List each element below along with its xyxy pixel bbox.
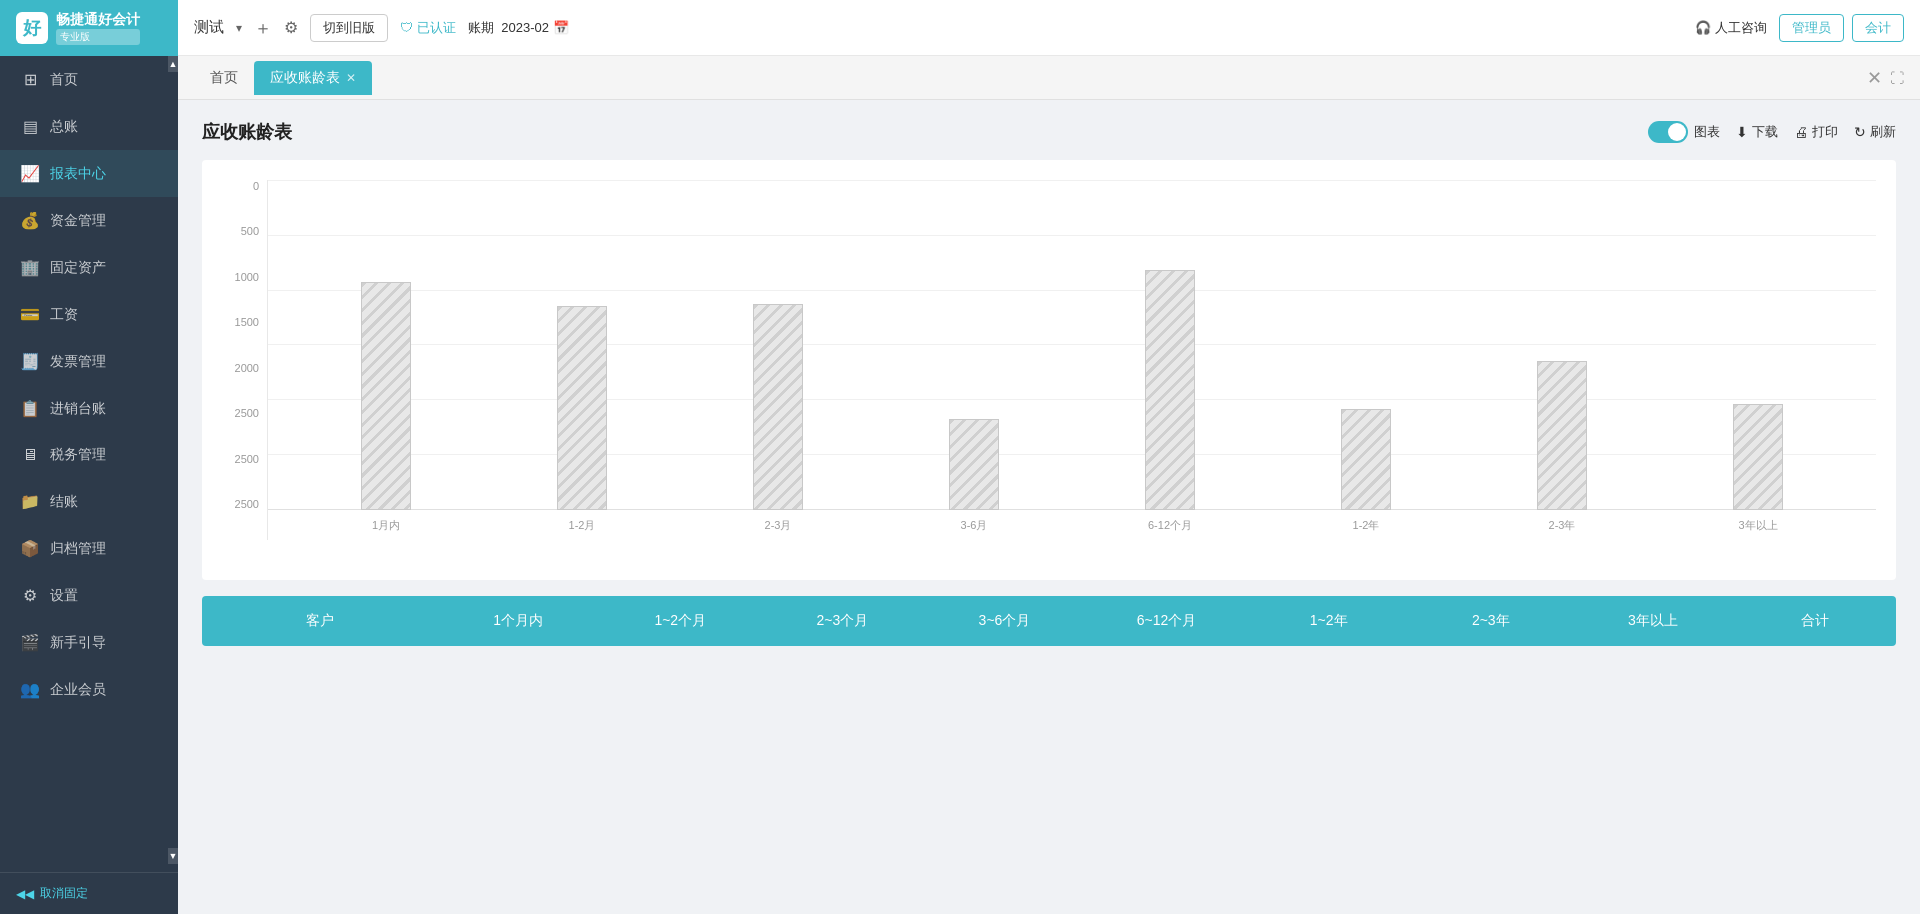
closing-icon: 📁 [20,492,40,511]
tax-icon: 🖥 [20,446,40,464]
pin-icon: ◀◀ [16,887,34,901]
bar-1-2year [1341,409,1391,510]
add-project-button[interactable]: ＋ [254,16,272,40]
app-logo-text: 畅捷通好会计 专业版 [56,11,140,46]
sidebar-item-extra[interactable]: 👥 企业会员 [0,666,178,713]
col-2-3year: 2~3年 [1410,596,1572,646]
tab-ar-aging[interactable]: 应收账龄表 ✕ [254,61,372,95]
ledger-icon: ▤ [20,117,40,136]
page-actions: 图表 ⬇ 下载 🖨 打印 ↻ 刷新 [1648,121,1896,143]
tabbar: 首页 应收账龄表 ✕ ✕ ⛶ [178,56,1920,100]
sidebar-item-ledger[interactable]: ▤ 总账 [0,103,178,150]
download-icon: ⬇ [1736,124,1748,140]
chart-plot: 1月内 1-2月 2-3月 3-6月 6-12个月 1-2年 2-3年 3年以上 [267,180,1876,540]
main-content: 测试 ▾ ＋ ⚙ 切到旧版 🛡 已认证 账期 2023-02 📅 🎧 人工咨询 … [178,0,1920,914]
ar-aging-table: 客户 1个月内 1~2个月 2~3个月 3~6个月 6~12个月 1~2年 2~… [202,596,1896,646]
print-button[interactable]: 🖨 打印 [1794,123,1838,141]
chart-inner: 2500 2500 2500 2000 1500 1000 500 0 [222,180,1876,540]
sidebar-scroll-down[interactable]: ▼ [168,848,178,864]
page-title: 应收账龄表 [202,120,292,144]
sidebar-item-guide[interactable]: 🎬 新手引导 [0,619,178,666]
sidebar-nav: ⊞ 首页 ▤ 总账 📈 报表中心 💰 资金管理 🏢 固定资产 💳 工资 🧾 发票… [0,56,178,872]
print-icon: 🖨 [1794,124,1808,140]
project-dropdown-icon[interactable]: ▾ [236,21,242,35]
page-content: 应收账龄表 图表 ⬇ 下载 🖨 打印 ↻ 刷新 [178,100,1920,914]
settings-icon: ⚙ [20,586,40,605]
chart-container: 2500 2500 2500 2000 1500 1000 500 0 [202,160,1896,580]
extra-icon: 👥 [20,680,40,699]
settings-button[interactable]: ⚙ [284,18,298,37]
switch-version-button[interactable]: 切到旧版 [310,14,388,42]
col-2-3month: 2~3个月 [761,596,923,646]
bar-6-12month [1145,270,1195,510]
download-button[interactable]: ⬇ 下载 [1736,123,1778,141]
invoice-icon: 🧾 [20,352,40,371]
window-expand-icon[interactable]: ⛶ [1890,70,1904,86]
col-total: 合计 [1734,596,1896,646]
bar-2-3year [1537,361,1587,510]
accountant-button[interactable]: 会计 [1852,14,1904,42]
window-close-icon[interactable]: ✕ [1867,67,1882,89]
sidebar-pin-toggle[interactable]: ◀◀ 取消固定 [0,872,178,914]
reports-icon: 📈 [20,164,40,183]
col-1-2year: 1~2年 [1248,596,1410,646]
table-header: 客户 1个月内 1~2个月 2~3个月 3~6个月 6~12个月 1~2年 2~… [202,596,1896,646]
chart-grid-area: 1月内 1-2月 2-3月 3-6月 6-12个月 1-2年 2-3年 3年以上 [267,180,1876,540]
payroll-icon: 💳 [20,305,40,324]
archive-icon: 📦 [20,539,40,558]
sidebar-item-invoice[interactable]: 🧾 发票管理 [0,338,178,385]
tab-close-icon[interactable]: ✕ [346,71,356,85]
col-3plus-year: 3年以上 [1572,596,1734,646]
app-logo-icon: 好 [16,12,48,44]
funds-icon: 💰 [20,211,40,230]
sidebar: 好 畅捷通好会计 专业版 ▲ ⊞ 首页 ▤ 总账 📈 报表中心 💰 资金管理 🏢… [0,0,178,914]
sidebar-item-reports[interactable]: 📈 报表中心 [0,150,178,197]
bar-2-3month [753,304,803,510]
chart-y-axis: 2500 2500 2500 2000 1500 1000 500 0 [222,180,267,540]
purchases-icon: 📋 [20,399,40,418]
col-6-12month: 6~12个月 [1086,596,1248,646]
refresh-button[interactable]: ↻ 刷新 [1854,123,1896,141]
bar-3-6month [949,419,999,510]
topbar-user-actions: 管理员 会计 [1779,14,1904,42]
col-3-6month: 3~6个月 [923,596,1085,646]
period-label: 账期 2023-02 📅 [468,19,569,37]
toggle-track[interactable] [1648,121,1688,143]
bar-1month [361,282,411,510]
sidebar-item-fixed-assets[interactable]: 🏢 固定资产 [0,244,178,291]
shield-icon: 🛡 [400,20,413,35]
sidebar-item-payroll[interactable]: 💳 工资 [0,291,178,338]
fixed-assets-icon: 🏢 [20,258,40,277]
sidebar-item-closing[interactable]: 📁 结账 [0,478,178,525]
topbar: 测试 ▾ ＋ ⚙ 切到旧版 🛡 已认证 账期 2023-02 📅 🎧 人工咨询 … [178,0,1920,56]
page-header: 应收账龄表 图表 ⬇ 下载 🖨 打印 ↻ 刷新 [202,120,1896,144]
sidebar-logo: 好 畅捷通好会计 专业版 [0,0,178,56]
sidebar-item-funds[interactable]: 💰 资金管理 [0,197,178,244]
bar-1-2month [557,306,607,510]
chart-toggle[interactable]: 图表 [1648,121,1720,143]
project-name: 测试 [194,18,224,37]
headset-icon: 🎧 [1695,20,1711,35]
help-button[interactable]: 🎧 人工咨询 [1695,19,1767,37]
guide-icon: 🎬 [20,633,40,652]
home-icon: ⊞ [20,70,40,89]
refresh-icon: ↻ [1854,124,1866,140]
sidebar-item-settings[interactable]: ⚙ 设置 [0,572,178,619]
sidebar-item-purchases[interactable]: 📋 进销台账 [0,385,178,432]
col-1-2month: 1~2个月 [599,596,761,646]
sidebar-scroll-up[interactable]: ▲ [168,56,178,72]
user-button[interactable]: 管理员 [1779,14,1844,42]
tab-home[interactable]: 首页 [194,61,254,95]
col-customer: 客户 [202,596,437,646]
sidebar-item-archive[interactable]: 📦 归档管理 [0,525,178,572]
toggle-thumb [1668,123,1686,141]
sidebar-item-tax[interactable]: 🖥 税务管理 [0,432,178,478]
certified-badge: 🛡 已认证 [400,19,456,37]
chart-x-labels: 1月内 1-2月 2-3月 3-6月 6-12个月 1-2年 2-3年 3年以上 [268,510,1876,540]
col-1month: 1个月内 [437,596,599,646]
chart-bars [268,152,1876,510]
bar-3plus-year [1733,404,1783,510]
sidebar-item-home[interactable]: ⊞ 首页 [0,56,178,103]
